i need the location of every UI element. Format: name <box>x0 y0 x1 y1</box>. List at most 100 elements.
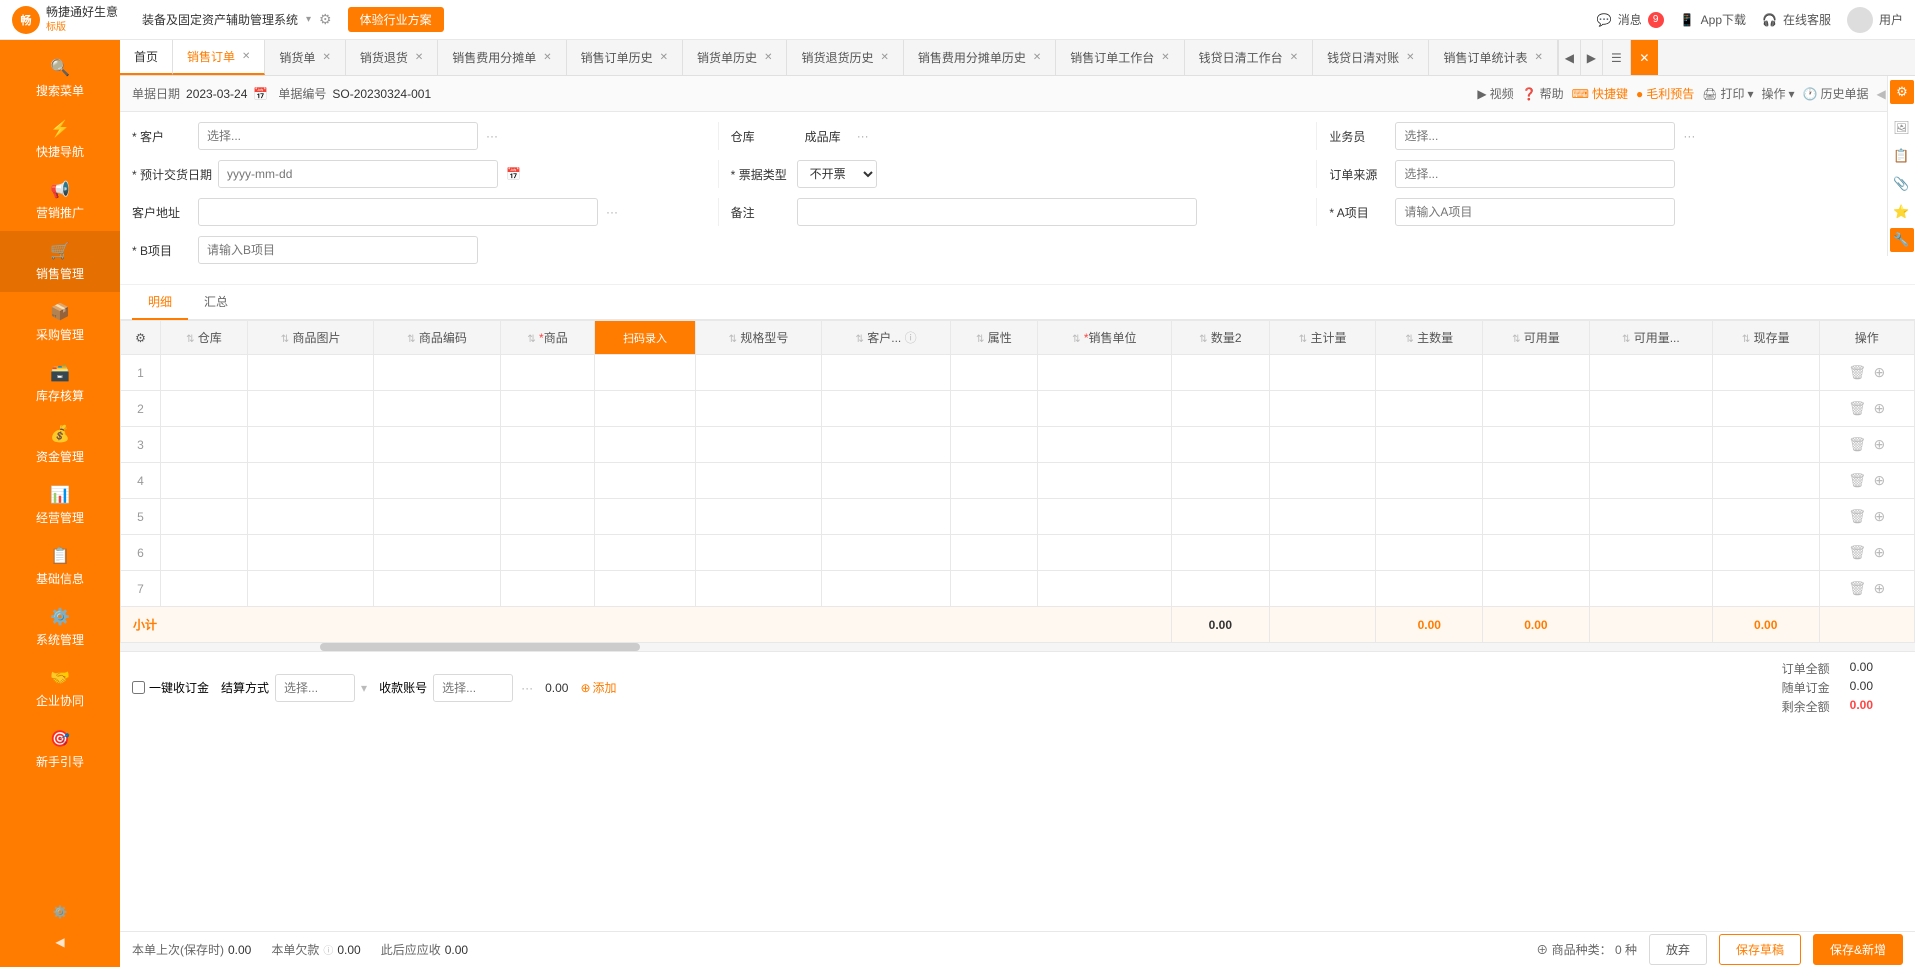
tab-close-daily[interactable]: ✕ <box>1290 52 1298 63</box>
tab-close-return-history[interactable]: ✕ <box>764 52 772 63</box>
row-delete-btn-2[interactable]: 🗑 <box>1848 400 1866 416</box>
gear-icon[interactable]: ⚙ <box>319 11 332 28</box>
col-attribute[interactable]: ⇅ 属性 <box>950 321 1037 355</box>
col-scan[interactable]: 扫码录入 <box>595 321 695 355</box>
sidebar-item-inventory[interactable]: 🗃️ 库存核算 <box>0 353 120 414</box>
tab-sales-stats[interactable]: 销售订单统计表 ✕ <box>1429 40 1557 75</box>
col-main-unit[interactable]: ⇅ 主计量 <box>1269 321 1376 355</box>
col-image[interactable]: ⇅ 商品图片 <box>247 321 373 355</box>
print-btn[interactable]: 🖨 打印 ▾ <box>1702 85 1753 102</box>
tab-next-btn[interactable]: ▶ <box>1580 40 1602 75</box>
right-float-star-btn[interactable]: ⭐ <box>1890 200 1914 224</box>
col-qty2[interactable]: ⇅ 数量2 <box>1171 321 1269 355</box>
tab-close-all-btn[interactable]: ✕ <box>1630 40 1658 76</box>
save-draft-btn[interactable]: 保存草稿 <box>1719 934 1801 965</box>
row-copy-btn-6[interactable]: ⊕ <box>1873 544 1885 560</box>
salesperson-dots-btn[interactable]: ··· <box>1683 129 1695 143</box>
sidebar-item-basic[interactable]: 📋 基础信息 <box>0 536 120 597</box>
action-btn[interactable]: 操作 ▾ <box>1762 85 1795 102</box>
scan-btn[interactable]: 扫码录入 <box>615 328 675 348</box>
row-delete-btn-1[interactable]: 🗑 <box>1848 364 1866 380</box>
tab-sales-refund[interactable]: 销货退货 ✕ <box>346 40 438 75</box>
row-copy-btn-7[interactable]: ⊕ <box>1873 580 1885 596</box>
delivery-input[interactable] <box>218 160 498 188</box>
detail-tab-detail[interactable]: 明细 <box>132 285 188 320</box>
tab-order-history[interactable]: 销售订单历史 ✕ <box>567 40 683 75</box>
sidebar-settings-btn[interactable]: ⚙️ <box>0 897 120 927</box>
tab-close-fee-history[interactable]: ✕ <box>1033 52 1041 63</box>
row-delete-btn-5[interactable]: 🗑 <box>1848 508 1866 524</box>
pag-prev-icon[interactable]: ◀ <box>1877 87 1886 101</box>
calendar-icon[interactable]: 📅 <box>253 87 268 101</box>
row-copy-btn-2[interactable]: ⊕ <box>1873 400 1885 416</box>
sidebar-item-finance[interactable]: 💰 资金管理 <box>0 414 120 475</box>
sidebar-item-search[interactable]: 🔍 搜索菜单 <box>0 48 120 109</box>
order-source-input[interactable] <box>1395 160 1675 188</box>
tab-list-btn[interactable]: ☰ <box>1602 40 1630 76</box>
tab-close-sales-order[interactable]: ✕ <box>242 51 250 62</box>
calendar2-icon[interactable]: 📅 <box>506 167 521 181</box>
sidebar-item-system[interactable]: ⚙️ 系统管理 <box>0 597 120 658</box>
customer-dots-btn[interactable]: ··· <box>486 129 498 143</box>
horizontal-scrollbar[interactable] <box>120 643 1915 651</box>
scrollbar-thumb[interactable] <box>320 643 640 651</box>
detail-tab-summary[interactable]: 汇总 <box>188 285 244 320</box>
row-copy-btn-3[interactable]: ⊕ <box>1873 436 1885 452</box>
row-delete-btn-3[interactable]: 🗑 <box>1848 436 1866 452</box>
col-available2[interactable]: ⇅ 可用量... <box>1589 321 1712 355</box>
tab-order-workbench[interactable]: 销售订单工作台 ✕ <box>1056 40 1184 75</box>
settings-float-btn[interactable]: ⚙ <box>1890 80 1914 104</box>
row-delete-btn-6[interactable]: 🗑 <box>1848 544 1866 560</box>
industry-btn[interactable]: 体验行业方案 <box>348 7 444 32</box>
a-project-input[interactable] <box>1395 198 1675 226</box>
tab-close-refund-history[interactable]: ✕ <box>880 52 888 63</box>
tab-close-fee-split[interactable]: ✕ <box>543 52 551 63</box>
row-copy-btn-1[interactable]: ⊕ <box>1873 364 1885 380</box>
tab-close-sales-return[interactable]: ✕ <box>322 52 330 63</box>
sidebar-item-quicknav[interactable]: ⚡ 快捷导航 <box>0 109 120 170</box>
sidebar-item-purchase[interactable]: 📦 采购管理 <box>0 292 120 353</box>
row-copy-btn-4[interactable]: ⊕ <box>1873 472 1885 488</box>
account-input[interactable] <box>433 674 513 702</box>
address-input[interactable] <box>198 198 598 226</box>
history-btn[interactable]: 🕐 历史单据 <box>1803 85 1869 102</box>
messages-btn[interactable]: 💬 消息 9 <box>1597 11 1664 28</box>
tab-home[interactable]: 首页 <box>120 40 173 75</box>
tab-close-daily2[interactable]: ✕ <box>1406 52 1414 63</box>
col-product[interactable]: ⇅ *商品 <box>500 321 595 355</box>
tab-close-stats[interactable]: ✕ <box>1535 52 1543 63</box>
col-customer-ref[interactable]: ⇅ 客户... ⓘ <box>822 321 951 355</box>
account-dots-btn[interactable]: ··· <box>521 681 533 695</box>
sidebar-collapse-btn[interactable]: ◀ <box>0 927 120 957</box>
tab-sales-return[interactable]: 销货单 ✕ <box>265 40 345 75</box>
col-warehouse[interactable]: ⇅ 仓库 <box>161 321 248 355</box>
ticket-type-select[interactable]: 不开票 <box>797 160 877 188</box>
online-service-btn[interactable]: 🎧 在线客服 <box>1762 11 1831 28</box>
salesperson-input[interactable] <box>1395 122 1675 150</box>
right-float-clipboard-btn[interactable]: 📋 <box>1890 144 1914 168</box>
help-btn[interactable]: ❓ 帮助 <box>1522 85 1564 102</box>
address-dots-btn[interactable]: ··· <box>606 205 618 219</box>
row-delete-btn-4[interactable]: 🗑 <box>1848 472 1866 488</box>
tab-daily-reconcile2[interactable]: 钱贷日清对账 ✕ <box>1313 40 1429 75</box>
tab-fee-split-history[interactable]: 销售费用分摊单历史 ✕ <box>904 40 1056 75</box>
row-delete-btn-7[interactable]: 🗑 <box>1848 580 1866 596</box>
tab-refund-history[interactable]: 销货退货历史 ✕ <box>787 40 903 75</box>
col-main-qty[interactable]: ⇅ 主数量 <box>1376 321 1483 355</box>
sidebar-item-enterprise[interactable]: 🤝 企业协同 <box>0 658 120 719</box>
col-code[interactable]: ⇅ 商品编码 <box>374 321 500 355</box>
b-project-input[interactable] <box>198 236 478 264</box>
app-download-btn[interactable]: 📱 App下载 <box>1680 11 1746 28</box>
col-unit[interactable]: ⇅ *销售单位 <box>1037 321 1171 355</box>
tab-close-workbench[interactable]: ✕ <box>1161 52 1169 63</box>
tab-close-order-history[interactable]: ✕ <box>660 52 668 63</box>
profit-btn[interactable]: ● 毛利预告 <box>1636 85 1694 102</box>
payment-dropdown-icon[interactable]: ▾ <box>361 681 367 695</box>
discard-btn[interactable]: 放弃 <box>1649 934 1707 965</box>
shortcut-btn[interactable]: ⌨ 快捷键 <box>1572 85 1628 102</box>
col-settings[interactable]: ⚙ <box>121 321 161 355</box>
view-btn[interactable]: ▶ 视频 <box>1477 85 1513 102</box>
col-available[interactable]: ⇅ 可用量 <box>1483 321 1590 355</box>
right-float-image-btn[interactable]: 🖼 <box>1890 116 1914 140</box>
customer-input[interactable] <box>198 122 478 150</box>
